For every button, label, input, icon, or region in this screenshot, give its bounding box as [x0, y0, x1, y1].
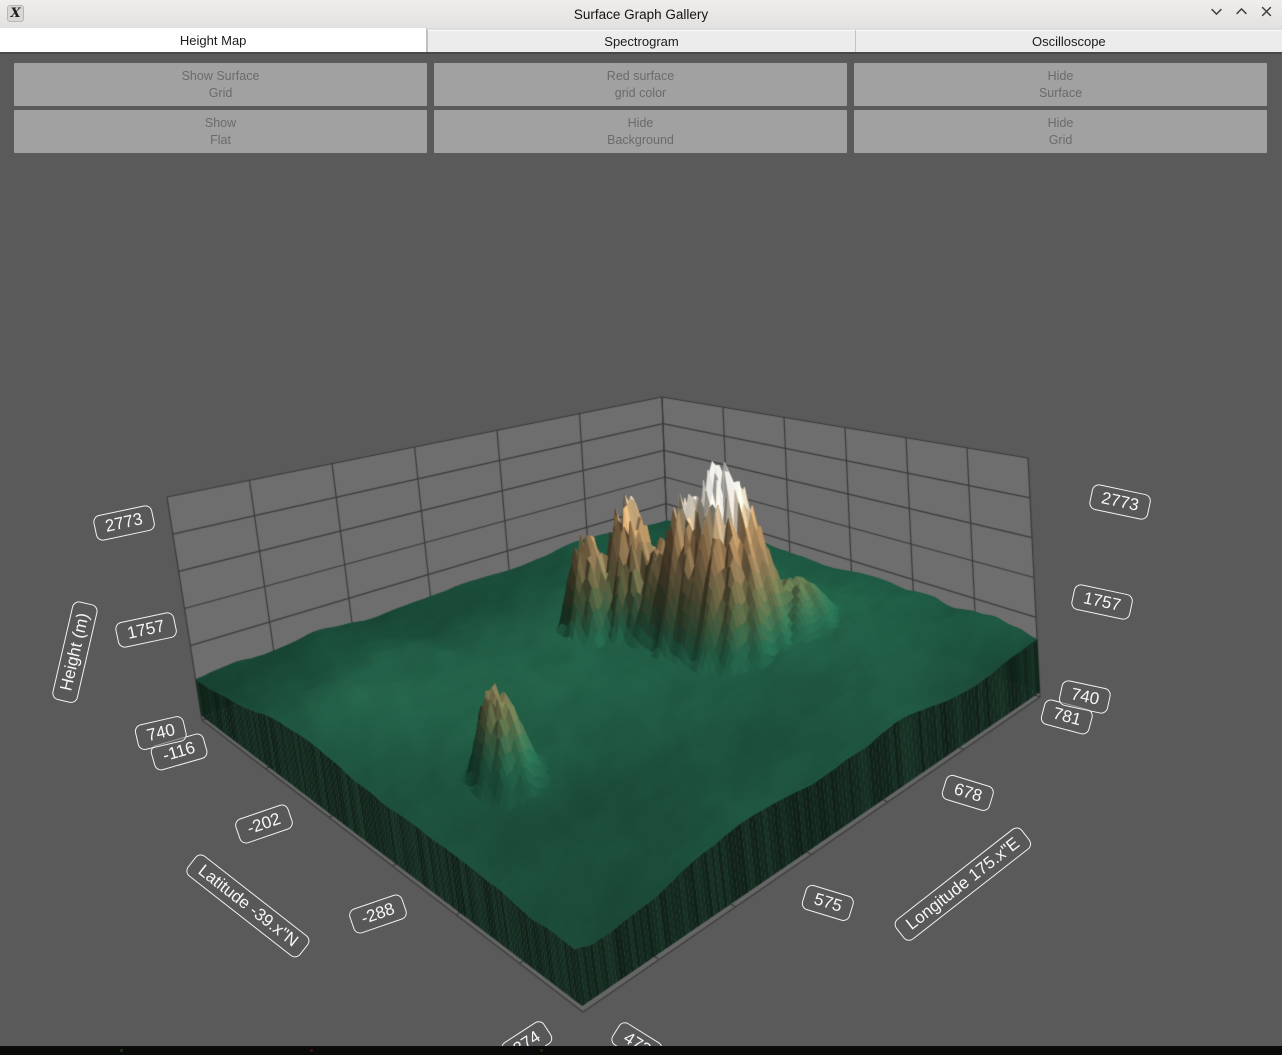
tab-height-map[interactable]: Height Map	[0, 28, 427, 52]
button-label: Grid	[1049, 132, 1073, 149]
button-label: Hide	[1048, 115, 1074, 132]
show-surface-grid-button[interactable]: Show Surface Grid	[14, 63, 427, 106]
tabbar: Height Map Spectrogram Oscilloscope	[0, 28, 1282, 52]
hide-surface-button[interactable]: Hide Surface	[854, 63, 1267, 106]
button-label: Show	[205, 115, 236, 132]
button-label: Flat	[210, 132, 231, 149]
button-label: grid color	[615, 85, 666, 102]
titlebar: X Surface Graph Gallery	[0, 0, 1282, 29]
tab-oscilloscope[interactable]: Oscilloscope	[855, 30, 1282, 52]
speck	[310, 1049, 313, 1052]
surface-grid-color-button[interactable]: Red surface grid color	[434, 63, 847, 106]
close-button[interactable]	[1258, 6, 1275, 23]
tabbar-bottom-edge	[0, 52, 1282, 54]
tab-spectrogram[interactable]: Spectrogram	[427, 30, 854, 52]
button-label: Red surface	[607, 68, 674, 85]
hide-background-button[interactable]: Hide Background	[434, 110, 847, 153]
window-title: Surface Graph Gallery	[0, 0, 1282, 28]
maximize-button[interactable]	[1233, 6, 1250, 23]
surface-plot-area: -11678127731757740Height (m)27731757740-…	[0, 155, 1282, 1046]
speck	[540, 1049, 543, 1052]
window-controls	[1208, 0, 1275, 28]
speck	[120, 1049, 123, 1052]
chevron-down-icon	[1210, 5, 1223, 23]
close-icon	[1260, 5, 1273, 23]
toolbar: Show Surface Grid Red surface grid color…	[14, 63, 1267, 153]
bottom-strip	[0, 1046, 1282, 1055]
button-label: Show Surface	[182, 68, 260, 85]
button-label: Hide	[628, 115, 654, 132]
button-label: Surface	[1039, 85, 1082, 102]
show-flat-button[interactable]: Show Flat	[14, 110, 427, 153]
chevron-up-icon	[1235, 5, 1248, 23]
button-label: Background	[607, 132, 674, 149]
button-label: Hide	[1048, 68, 1074, 85]
hide-grid-button[interactable]: Hide Grid	[854, 110, 1267, 153]
shade-window-button[interactable]	[1208, 6, 1225, 23]
button-label: Grid	[209, 85, 233, 102]
